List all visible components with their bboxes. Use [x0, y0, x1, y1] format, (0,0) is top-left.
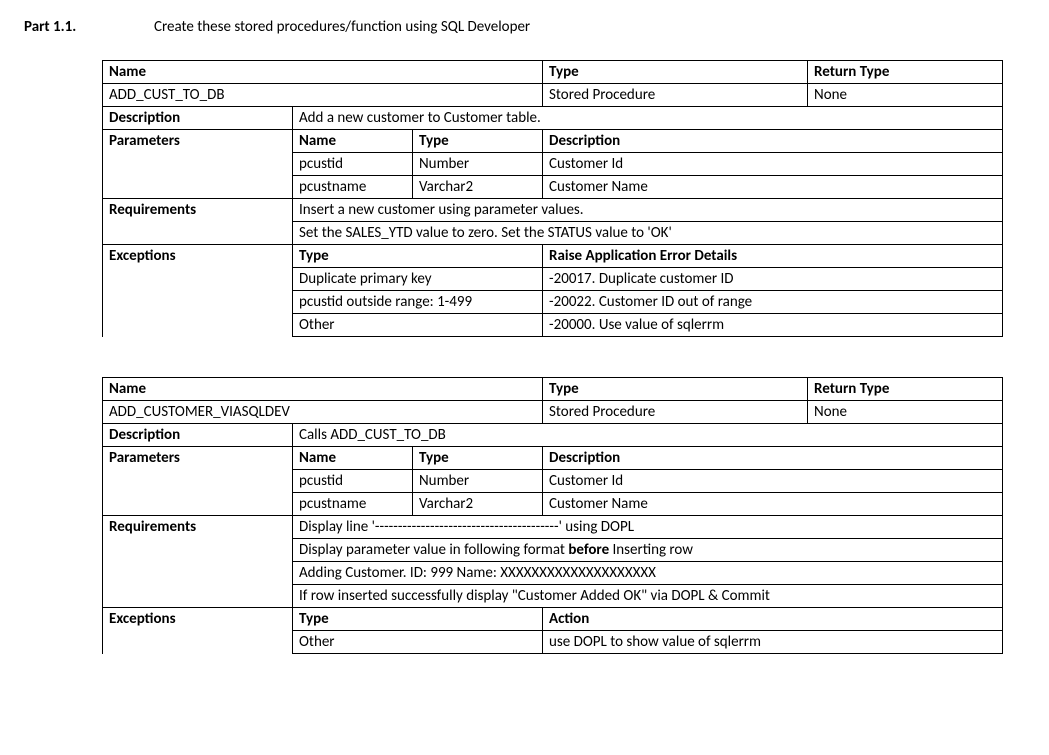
table-row: ADD_CUSTOMER_VIASQLDEV Stored Procedure … [103, 401, 1003, 424]
exc-header-action: Action [543, 608, 1003, 631]
param-name: pcustid [293, 153, 413, 176]
table-row: Name Type Return Type [103, 378, 1003, 401]
param-type: Number [413, 470, 543, 493]
requirement-line: Set the SALES_YTD value to zero. Set the… [293, 222, 1003, 245]
param-header-name: Name [293, 447, 413, 470]
exc-header-detail: Raise Application Error Details [543, 245, 1003, 268]
table-add-customer-viasqldev: Name Type Return Type ADD_CUSTOMER_VIASQ… [102, 377, 1003, 654]
table-row: ADD_CUST_TO_DB Stored Procedure None [103, 84, 1003, 107]
table-add-cust-to-db: Name Type Return Type ADD_CUST_TO_DB Sto… [102, 60, 1003, 337]
header-name: Name [103, 378, 543, 401]
label-requirements: Requirements [103, 199, 293, 245]
proc-name: ADD_CUSTOMER_VIASQLDEV [103, 401, 543, 424]
proc-return-type: None [808, 84, 1003, 107]
spec-table-2: Name Type Return Type ADD_CUSTOMER_VIASQ… [102, 377, 1025, 654]
param-name: pcustname [293, 176, 413, 199]
proc-return-type: None [808, 401, 1003, 424]
param-header-desc: Description [543, 130, 1003, 153]
param-name: pcustid [293, 470, 413, 493]
label-parameters: Parameters [103, 447, 293, 516]
exc-type: Duplicate primary key [293, 268, 543, 291]
requirement-line: If row inserted successfully display "Cu… [293, 585, 1003, 608]
header-name: Name [103, 61, 543, 84]
table-row: Requirements Insert a new customer using… [103, 199, 1003, 222]
param-desc: Customer Id [543, 470, 1003, 493]
exc-type: Other [293, 631, 543, 654]
requirement-line: Display line '--------------------------… [293, 516, 1003, 539]
requirement-line: Adding Customer. ID: 999 Name: XXXXXXXXX… [293, 562, 1003, 585]
exc-detail: -20022. Customer ID out of range [543, 291, 1003, 314]
spec-table-1: Name Type Return Type ADD_CUST_TO_DB Sto… [102, 60, 1025, 337]
exc-detail: -20017. Duplicate customer ID [543, 268, 1003, 291]
param-header-name: Name [293, 130, 413, 153]
proc-description: Add a new customer to Customer table. [293, 107, 1003, 130]
section-heading: Part 1.1. Create these stored procedures… [24, 18, 1025, 36]
exc-detail: use DOPL to show value of sqlerrm [543, 631, 1003, 654]
part-label: Part 1.1. [24, 18, 154, 36]
exc-header-type: Type [293, 245, 543, 268]
label-exceptions: Exceptions [103, 245, 293, 337]
exc-type: pcustid outside range: 1-499 [293, 291, 543, 314]
param-type: Number [413, 153, 543, 176]
requirement-line: Display parameter value in following for… [293, 539, 1003, 562]
part-title: Create these stored procedures/function … [154, 18, 530, 36]
param-header-desc: Description [543, 447, 1003, 470]
param-header-type: Type [413, 447, 543, 470]
proc-type: Stored Procedure [543, 84, 808, 107]
table-row: Parameters Name Type Description [103, 130, 1003, 153]
table-row: Requirements Display line '-------------… [103, 516, 1003, 539]
proc-description: Calls ADD_CUST_TO_DB [293, 424, 1003, 447]
param-name: pcustname [293, 493, 413, 516]
param-desc: Customer Name [543, 493, 1003, 516]
table-row: Parameters Name Type Description [103, 447, 1003, 470]
label-exceptions: Exceptions [103, 608, 293, 654]
requirement-line: Insert a new customer using parameter va… [293, 199, 1003, 222]
table-row: Name Type Return Type [103, 61, 1003, 84]
table-row: Exceptions Type Action [103, 608, 1003, 631]
header-return-type: Return Type [808, 378, 1003, 401]
param-desc: Customer Name [543, 176, 1003, 199]
proc-type: Stored Procedure [543, 401, 808, 424]
exc-header-type: Type [293, 608, 543, 631]
param-type: Varchar2 [413, 493, 543, 516]
exc-type: Other [293, 314, 543, 337]
param-type: Varchar2 [413, 176, 543, 199]
header-type: Type [543, 61, 808, 84]
exc-detail: -20000. Use value of sqlerrm [543, 314, 1003, 337]
proc-name: ADD_CUST_TO_DB [103, 84, 543, 107]
label-description: Description [103, 107, 293, 130]
label-description: Description [103, 424, 293, 447]
label-requirements: Requirements [103, 516, 293, 608]
req-text: Display parameter value in following for… [299, 541, 568, 559]
label-parameters: Parameters [103, 130, 293, 199]
param-header-type: Type [413, 130, 543, 153]
header-type: Type [543, 378, 808, 401]
param-desc: Customer Id [543, 153, 1003, 176]
table-row: Description Calls ADD_CUST_TO_DB [103, 424, 1003, 447]
table-row: Exceptions Type Raise Application Error … [103, 245, 1003, 268]
req-text-bold: before [568, 541, 609, 559]
header-return-type: Return Type [808, 61, 1003, 84]
table-row: Description Add a new customer to Custom… [103, 107, 1003, 130]
req-text: Inserting row [609, 541, 693, 559]
